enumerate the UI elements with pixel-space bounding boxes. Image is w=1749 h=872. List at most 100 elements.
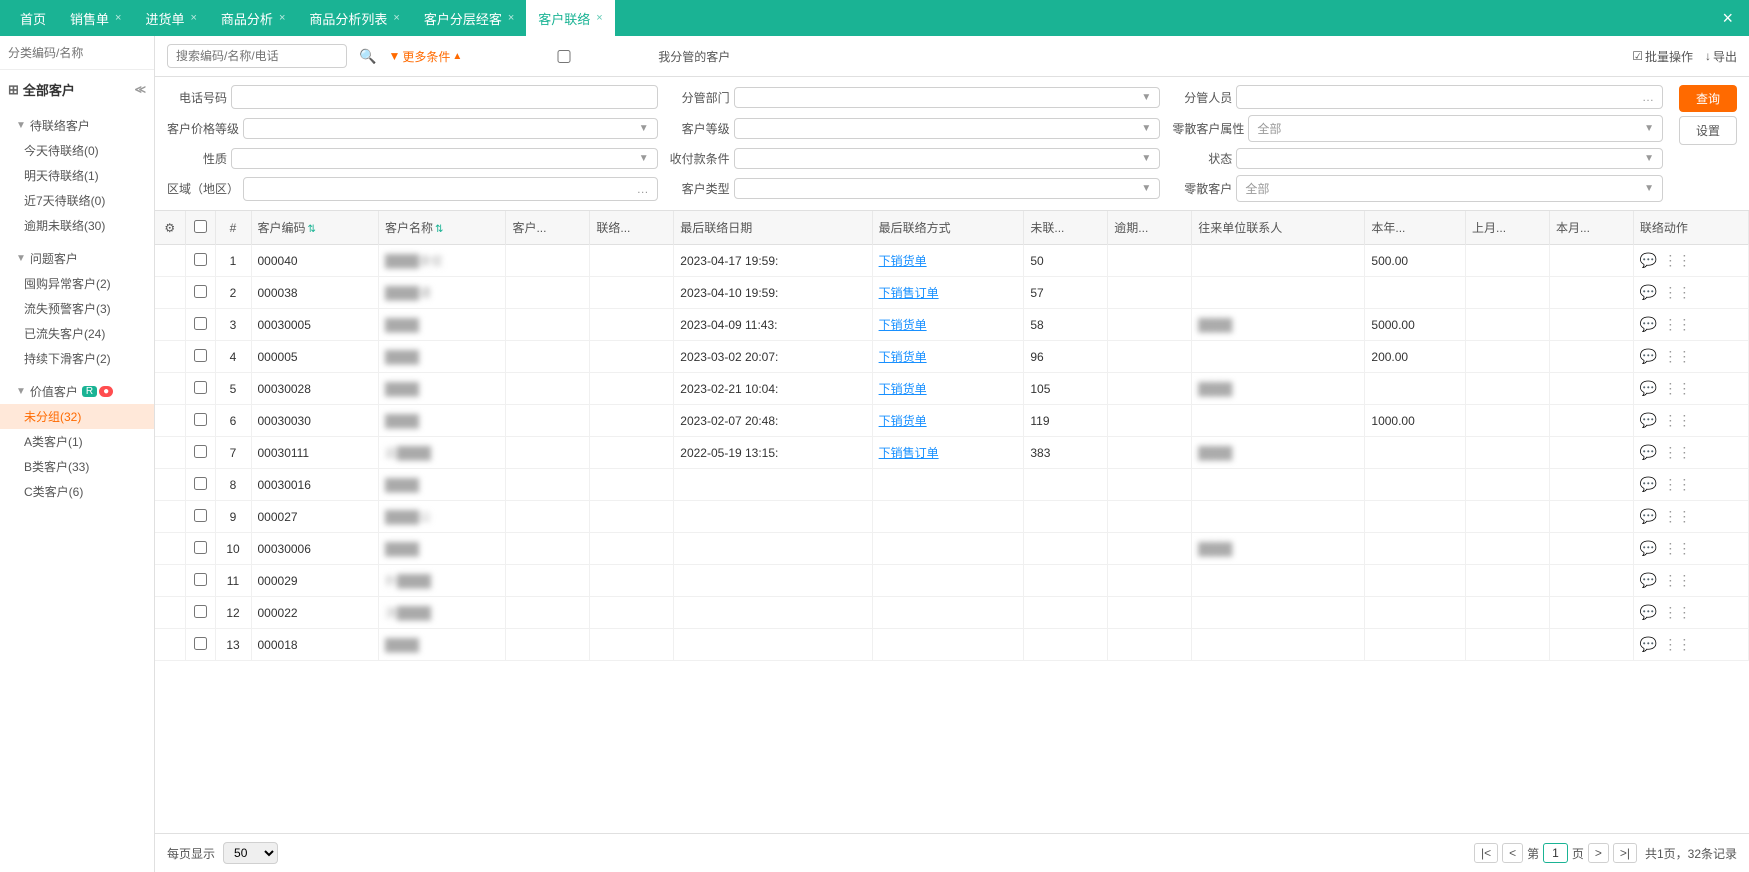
- row-checkbox[interactable]: [185, 309, 215, 341]
- chat-icon[interactable]: 💬: [1640, 252, 1657, 269]
- chat-icon[interactable]: 💬: [1640, 444, 1657, 461]
- chat-icon[interactable]: 💬: [1640, 348, 1657, 365]
- more-icon[interactable]: ⋮⋮: [1663, 348, 1691, 365]
- close-all-button[interactable]: ×: [1714, 8, 1741, 29]
- prev-page-button[interactable]: <: [1502, 843, 1523, 863]
- export-button[interactable]: ↓ 导出: [1705, 48, 1737, 65]
- search-input[interactable]: [167, 44, 347, 68]
- more-icon[interactable]: ⋮⋮: [1663, 284, 1691, 301]
- row-settings[interactable]: [155, 565, 185, 597]
- col-customer-name[interactable]: 客户名称⇅: [378, 211, 505, 245]
- row-settings[interactable]: [155, 277, 185, 309]
- close-icon[interactable]: ×: [508, 12, 514, 24]
- row-settings[interactable]: [155, 341, 185, 373]
- customer-type-select[interactable]: ▼: [734, 178, 1161, 199]
- sidebar-item-churned[interactable]: 已流失客户(24): [0, 321, 154, 346]
- last-page-button[interactable]: >|: [1613, 843, 1637, 863]
- sidebar-search-bar[interactable]: 🔍: [0, 36, 154, 70]
- row-settings[interactable]: [155, 469, 185, 501]
- sidebar-item-declining[interactable]: 持续下滑客户(2): [0, 346, 154, 371]
- row-settings[interactable]: [155, 501, 185, 533]
- more-icon[interactable]: ⋮⋮: [1663, 636, 1691, 653]
- nav-customer-contact[interactable]: 客户联络 ×: [526, 0, 614, 36]
- problem-customers-group[interactable]: ▼ 问题客户: [0, 246, 154, 271]
- manager-select[interactable]: …: [1236, 85, 1663, 109]
- sidebar-item-churn-warning[interactable]: 流失预警客户(3): [0, 296, 154, 321]
- row-settings[interactable]: [155, 309, 185, 341]
- nav-purchase[interactable]: 进货单 ×: [133, 0, 208, 36]
- more-icon[interactable]: ⋮⋮: [1663, 476, 1691, 493]
- row-settings[interactable]: [155, 245, 185, 277]
- sidebar-item-today[interactable]: 今天待联络(0): [0, 138, 154, 163]
- row-checkbox[interactable]: [185, 405, 215, 437]
- query-button[interactable]: 查询: [1679, 85, 1737, 112]
- row-checkbox[interactable]: [185, 373, 215, 405]
- retail-attr-select[interactable]: 全部 ▼: [1248, 115, 1663, 142]
- close-icon[interactable]: ×: [115, 12, 121, 24]
- customer-level-select[interactable]: ▼: [734, 118, 1161, 139]
- chat-icon[interactable]: 💬: [1640, 540, 1657, 557]
- sidebar-item-a-class[interactable]: A类客户(1): [0, 429, 154, 454]
- row-checkbox[interactable]: [185, 597, 215, 629]
- row-settings[interactable]: [155, 373, 185, 405]
- nav-customer-layer[interactable]: 客户分层经客 ×: [412, 0, 526, 36]
- close-icon[interactable]: ×: [190, 12, 196, 24]
- chat-icon[interactable]: 💬: [1640, 284, 1657, 301]
- close-icon[interactable]: ×: [596, 12, 602, 24]
- nav-product-list[interactable]: 商品分析列表 ×: [297, 0, 411, 36]
- chat-icon[interactable]: 💬: [1640, 380, 1657, 397]
- dept-select[interactable]: ▼: [734, 87, 1161, 108]
- page-size-select[interactable]: 50 100 200: [223, 842, 278, 864]
- score-customers-group[interactable]: ▼ 价值客户 R ●: [0, 379, 154, 404]
- sidebar-item-tomorrow[interactable]: 明天待联络(1): [0, 163, 154, 188]
- row-settings[interactable]: [155, 629, 185, 661]
- retail-customer-select[interactable]: 全部 ▼: [1236, 175, 1663, 202]
- row-checkbox[interactable]: [185, 277, 215, 309]
- row-settings[interactable]: [155, 597, 185, 629]
- region-select[interactable]: …: [243, 177, 658, 201]
- price-level-select[interactable]: ▼: [243, 118, 658, 139]
- first-page-button[interactable]: |<: [1474, 843, 1498, 863]
- close-icon[interactable]: ×: [279, 12, 285, 24]
- checkbox-col-header[interactable]: [185, 211, 215, 245]
- row-checkbox[interactable]: [185, 469, 215, 501]
- row-checkbox[interactable]: [185, 629, 215, 661]
- row-checkbox[interactable]: [185, 245, 215, 277]
- my-customers-checkbox[interactable]: [474, 50, 654, 63]
- more-icon[interactable]: ⋮⋮: [1663, 412, 1691, 429]
- chat-icon[interactable]: 💬: [1640, 508, 1657, 525]
- sidebar-item-7days[interactable]: 近7天待联络(0): [0, 188, 154, 213]
- chat-icon[interactable]: 💬: [1640, 412, 1657, 429]
- sidebar-item-unclassified[interactable]: 未分组(32): [0, 404, 154, 429]
- settings-col-header[interactable]: ⚙: [155, 211, 185, 245]
- my-customers-checkbox-label[interactable]: 我分管的客户: [474, 48, 730, 65]
- search-button[interactable]: 🔍: [359, 48, 376, 65]
- next-page-button[interactable]: >: [1588, 843, 1609, 863]
- chat-icon[interactable]: 💬: [1640, 476, 1657, 493]
- all-customers-title[interactable]: ⊞ 全部客户 ≪: [0, 74, 154, 105]
- payment-select[interactable]: ▼: [734, 148, 1161, 169]
- status-select[interactable]: ▼: [1236, 148, 1663, 169]
- sidebar-item-overdue[interactable]: 逾期未联络(30): [0, 213, 154, 238]
- more-icon[interactable]: ⋮⋮: [1663, 540, 1691, 557]
- nav-product-analysis[interactable]: 商品分析 ×: [209, 0, 297, 36]
- more-icon[interactable]: ⋮⋮: [1663, 508, 1691, 525]
- row-checkbox[interactable]: [185, 437, 215, 469]
- row-settings[interactable]: [155, 533, 185, 565]
- row-settings[interactable]: [155, 437, 185, 469]
- row-checkbox[interactable]: [185, 341, 215, 373]
- chat-icon[interactable]: 💬: [1640, 316, 1657, 333]
- more-icon[interactable]: ⋮⋮: [1663, 316, 1691, 333]
- pending-contact-group[interactable]: ▼ 待联络客户: [0, 113, 154, 138]
- nature-select[interactable]: ▼: [231, 148, 658, 169]
- nav-home[interactable]: 首页: [8, 0, 58, 36]
- sidebar-item-c-class[interactable]: C类客户(6): [0, 479, 154, 504]
- chat-icon[interactable]: 💬: [1640, 636, 1657, 653]
- close-icon[interactable]: ×: [393, 12, 399, 24]
- more-icon[interactable]: ⋮⋮: [1663, 572, 1691, 589]
- chat-icon[interactable]: 💬: [1640, 572, 1657, 589]
- more-icon[interactable]: ⋮⋮: [1663, 252, 1691, 269]
- chat-icon[interactable]: 💬: [1640, 604, 1657, 621]
- more-icon[interactable]: ⋮⋮: [1663, 604, 1691, 621]
- batch-operation-button[interactable]: ☑ 批量操作: [1632, 48, 1693, 65]
